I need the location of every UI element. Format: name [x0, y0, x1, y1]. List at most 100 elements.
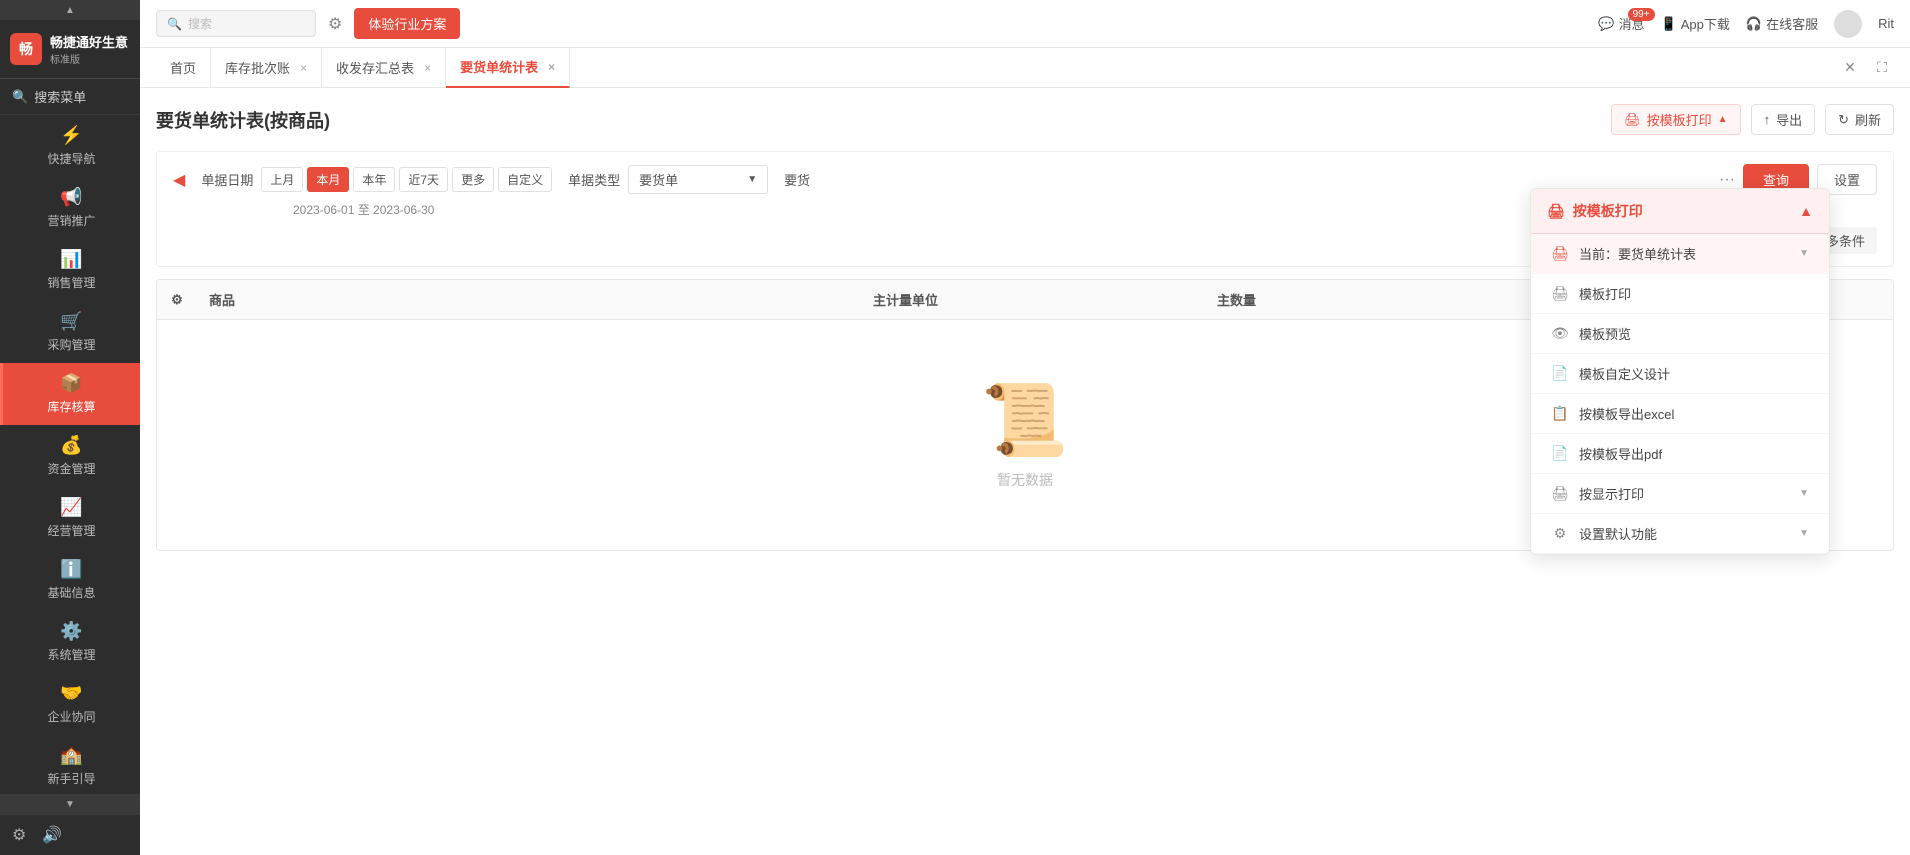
th-check: ⚙	[157, 292, 197, 308]
username-label: Rit	[1878, 16, 1894, 31]
default-func-icon: ⚙	[1551, 525, 1569, 542]
message-icon: 💬	[1598, 16, 1614, 32]
sidebar-item-basic[interactable]: ℹ️ 基础信息	[0, 549, 140, 611]
collab-icon: 🤝	[60, 683, 82, 704]
dropdown-item-display-print[interactable]: 🖨 按显示打印 ▼	[1531, 474, 1829, 514]
dropdown-item-export-pdf[interactable]: 📄 按模板导出pdf	[1531, 434, 1829, 474]
topbar: 🔍 搜索 ⚙ 体验行业方案 💬 消息 99+ 📱 App下载 🎧 在线客服 Ri…	[140, 0, 1910, 48]
sidebar-search[interactable]: 🔍 搜索菜单	[0, 79, 140, 115]
sidebar-item-finance[interactable]: 💰 资金管理	[0, 425, 140, 487]
refresh-button[interactable]: ↻ 刷新	[1825, 104, 1894, 135]
topbar-gear-icon[interactable]: ⚙	[328, 14, 342, 34]
dropdown-item-template-design[interactable]: 📄 模板自定义设计	[1531, 354, 1829, 394]
tabs-end-buttons: ✕ ⛶	[1838, 56, 1894, 80]
inventory-icon: 📦	[60, 373, 82, 394]
app-icon: 📱	[1661, 16, 1677, 32]
tabs-bar: 首页 库存批次账 × 收发存汇总表 × 要货单统计表 × ✕ ⛶	[140, 48, 1910, 88]
date-btn-more[interactable]: 更多	[452, 167, 494, 192]
topbar-right: 💬 消息 99+ 📱 App下载 🎧 在线客服 Rit	[1598, 10, 1894, 38]
tab-expand-button[interactable]: ⛶	[1870, 56, 1894, 80]
dropdown-item-export-excel[interactable]: 📋 按模板导出excel	[1531, 394, 1829, 434]
date-label: 单据日期	[201, 170, 253, 189]
tab-order-stats[interactable]: 要货单统计表 ×	[446, 48, 570, 88]
dropdown-header: 🖨 按模板打印 ▲	[1531, 189, 1829, 234]
sidebar-item-system[interactable]: ⚙️ 系统管理	[0, 611, 140, 673]
template-print-button[interactable]: 🖨 按模板打印 ▲	[1611, 104, 1740, 135]
page-header: 要货单统计表(按商品) 🖨 按模板打印 ▲ ↑ 导出 ↻ 刷新	[156, 104, 1894, 135]
order-category-label: 要货	[784, 170, 810, 189]
message-badge: 99+	[1628, 8, 1655, 21]
export-button[interactable]: ↑ 导出	[1751, 104, 1816, 135]
th-product: 商品	[197, 290, 861, 309]
search-icon: 🔍	[12, 89, 28, 105]
printer-icon: 🖨	[1624, 112, 1641, 128]
guide-icon: 🏫	[60, 745, 82, 766]
dropdown-item-default-func[interactable]: ⚙ 设置默认功能 ▼	[1531, 514, 1829, 554]
sidebar-item-purchase[interactable]: 🛒 采购管理	[0, 301, 140, 363]
sidebar-item-collab[interactable]: 🤝 企业协同	[0, 673, 140, 735]
topbar-search[interactable]: 🔍 搜索	[156, 10, 316, 37]
dropdown-item-template-preview[interactable]: 👁 模板预览	[1531, 314, 1829, 354]
sidebar-item-sales[interactable]: 📊 销售管理	[0, 239, 140, 301]
quick-nav-icon: ⚡	[60, 125, 82, 146]
system-icon: ⚙️	[60, 621, 82, 642]
sidebar-item-marketing[interactable]: 📢 营销推广	[0, 177, 140, 239]
display-print-icon: 🖨	[1551, 485, 1569, 502]
sound-icon[interactable]: 🔊	[42, 825, 62, 845]
tab-close-all-button[interactable]: ✕	[1838, 56, 1862, 80]
date-btn-this-year[interactable]: 本年	[353, 167, 395, 192]
app-logo-icon: 畅	[10, 33, 42, 65]
page-actions: 🖨 按模板打印 ▲ ↑ 导出 ↻ 刷新	[1611, 104, 1894, 135]
filter-expand-icon[interactable]: ◀	[173, 170, 185, 190]
date-btn-custom[interactable]: 自定义	[498, 167, 552, 192]
settings-bottom-icon[interactable]: ⚙	[12, 825, 26, 845]
current-template-icon: 🖨	[1551, 245, 1569, 262]
order-type-label: 单据类型	[568, 170, 620, 189]
user-avatar[interactable]	[1834, 10, 1862, 38]
sidebar-item-inventory[interactable]: 📦 库存核算	[0, 363, 140, 425]
tab-inventory-batch[interactable]: 库存批次账 ×	[211, 48, 322, 88]
page-title: 要货单统计表(按商品)	[156, 107, 330, 133]
more-options-icon[interactable]: ···	[1719, 171, 1735, 189]
date-buttons: 上月 本月 本年 近7天 更多 自定义	[261, 167, 552, 192]
dropdown-collapse-button[interactable]: ▲	[1799, 203, 1813, 219]
th-qty: 主数量	[1205, 290, 1549, 309]
tab-home[interactable]: 首页	[156, 48, 211, 88]
export-icon: ↑	[1764, 112, 1771, 127]
export-excel-icon: 📋	[1551, 405, 1569, 422]
main-area: 🔍 搜索 ⚙ 体验行业方案 💬 消息 99+ 📱 App下载 🎧 在线客服 Ri…	[140, 0, 1910, 855]
tab-close-inventory-batch[interactable]: ×	[300, 61, 307, 75]
date-btn-last-month[interactable]: 上月	[261, 167, 303, 192]
tab-close-order-stats[interactable]: ×	[548, 60, 555, 74]
template-preview-icon: 👁	[1551, 325, 1569, 342]
sidebar-scroll-down[interactable]: ▼	[0, 794, 140, 814]
order-type-dropdown[interactable]: 要货单 ▼	[628, 165, 768, 194]
sidebar-item-guide[interactable]: 🏫 新手引导	[0, 735, 140, 794]
trial-button[interactable]: 体验行业方案	[354, 8, 460, 39]
empty-icon: 📜	[981, 380, 1068, 462]
settings-icon[interactable]: ⚙	[171, 292, 183, 307]
message-button[interactable]: 💬 消息 99+	[1598, 14, 1644, 33]
tab-close-receipt-summary[interactable]: ×	[424, 61, 431, 75]
template-print-dropdown: 🖨 按模板打印 ▲ 🖨 当前：要货单统计表 ▼ 🖨 模板打印 👁 模板预览	[1530, 188, 1830, 555]
display-print-expand-icon: ▼	[1799, 488, 1809, 499]
date-btn-last-7[interactable]: 近7天	[399, 167, 448, 192]
dropdown-item-template-print[interactable]: 🖨 模板打印	[1531, 274, 1829, 314]
online-service-button[interactable]: 🎧 在线客服	[1746, 14, 1818, 33]
default-func-expand-icon: ▼	[1799, 528, 1809, 539]
app-download-button[interactable]: 📱 App下载	[1661, 14, 1730, 33]
sidebar-scroll-up[interactable]: ▲	[0, 0, 140, 20]
finance-icon: 💰	[60, 435, 82, 456]
dropdown-item-current[interactable]: 🖨 当前：要货单统计表 ▼	[1531, 234, 1829, 274]
sidebar-bottom: ⚙ 🔊	[0, 814, 140, 855]
sidebar-item-operation[interactable]: 📈 经营管理	[0, 487, 140, 549]
tab-receipt-summary[interactable]: 收发存汇总表 ×	[322, 48, 446, 88]
dropdown-arrow-icon: ▼	[747, 174, 757, 185]
app-title: 畅捷通好生意	[50, 32, 128, 51]
marketing-icon: 📢	[60, 187, 82, 208]
date-btn-current-month[interactable]: 本月	[307, 167, 349, 192]
content-area: 要货单统计表(按商品) 🖨 按模板打印 ▲ ↑ 导出 ↻ 刷新	[140, 88, 1910, 855]
sidebar-item-quick-nav[interactable]: ⚡ 快捷导航	[0, 115, 140, 177]
template-design-icon: 📄	[1551, 365, 1569, 382]
dropdown-title: 🖨 按模板打印	[1547, 201, 1643, 221]
